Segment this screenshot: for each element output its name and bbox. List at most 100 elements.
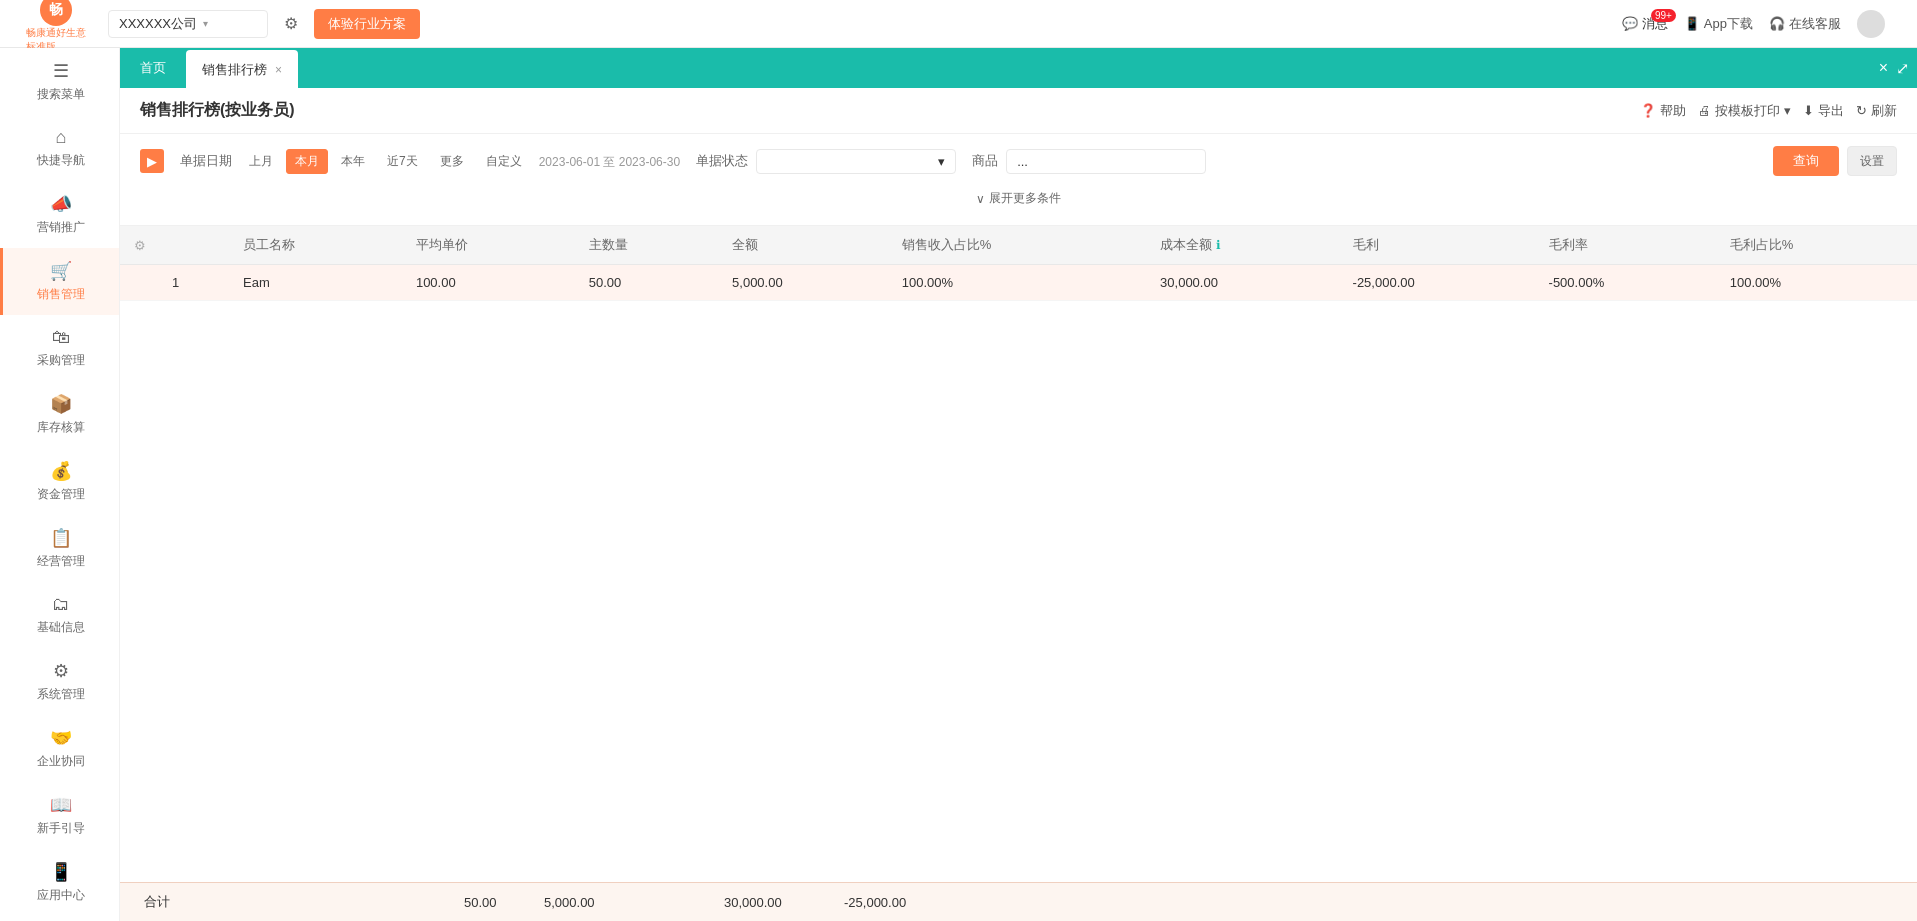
print-icon: 🖨 [1698, 103, 1711, 118]
message-button[interactable]: 💬 消息 99+ [1622, 15, 1668, 33]
online-service-button[interactable]: 🎧 在线客服 [1769, 15, 1841, 33]
goods-input[interactable]: ... [1006, 149, 1206, 174]
row-gross-rate: -500.00% [1537, 265, 1718, 301]
row-qty: 50.00 [577, 265, 720, 301]
sidebar-item-label: 库存核算 [37, 419, 85, 436]
basic-info-icon: 🗂 [52, 594, 70, 615]
table-row: 1 Eam 100.00 50.00 5,000.00 100.00% 30,0… [120, 265, 1917, 301]
sidebar-item-label: 经营管理 [37, 553, 85, 570]
sidebar-item-quicknav[interactable]: ⌂ 快捷导航 [0, 115, 119, 181]
page-header: 销售排行榜(按业务员) ❓ 帮助 🖨 按模板打印 ▾ ⬇ [120, 88, 1917, 134]
row-cost: 30,000.00 [1148, 265, 1340, 301]
date-range: 2023-06-01 至 2023-06-30 [539, 154, 680, 171]
date-tab-this-year[interactable]: 本年 [332, 149, 374, 174]
tab-close-all-icon[interactable]: × [1879, 59, 1888, 77]
tab-sales-ranking[interactable]: 销售排行榜 × [186, 50, 298, 90]
date-tab-last-month[interactable]: 上月 [240, 149, 282, 174]
col-gross-rate: 毛利率 [1537, 226, 1718, 265]
avatar[interactable] [1857, 10, 1885, 38]
sidebar-item-label: 基础信息 [37, 619, 85, 636]
sidebar-item-enterprise[interactable]: 🤝 企业协同 [0, 715, 119, 782]
col-amount: 全额 [720, 226, 890, 265]
filter-row: ▶ 单据日期 上月 本月 本年 近7天 更多 自定义 [140, 146, 1897, 176]
col-settings-icon[interactable]: ⚙ [134, 238, 146, 253]
sidebar-item-label: 应用中心 [37, 887, 85, 904]
date-filter-label: 单据日期 [180, 152, 232, 170]
message-badge: 99+ [1651, 9, 1676, 22]
app-download-button[interactable]: 📱 App下载 [1684, 15, 1753, 33]
help-button[interactable]: ❓ 帮助 [1640, 102, 1686, 120]
home-icon: ⌂ [56, 127, 67, 148]
cost-info-icon: ℹ [1216, 238, 1221, 252]
sidebar-item-guide[interactable]: 📖 新手引导 [0, 782, 119, 849]
purchase-icon: 🛍 [52, 327, 70, 348]
table-header-row: ⚙ 员工名称 平均单价 主数量 全额 销售收入占比% 成本全额 ℹ 毛利 毛 [120, 226, 1917, 265]
company-selector[interactable]: XXXXXX公司 ▾ [108, 10, 268, 38]
logo-icon: 畅 [40, 0, 72, 26]
filter-expand-arrow[interactable]: ▶ [140, 149, 164, 173]
sidebar-item-marketing[interactable]: 📣 营销推广 [0, 181, 119, 248]
sidebar-item-label: 营销推广 [37, 219, 85, 236]
sidebar-item-finance[interactable]: 💰 资金管理 [0, 448, 119, 515]
tab-home[interactable]: 首页 [120, 48, 186, 88]
tab-close-icon[interactable]: × [275, 63, 282, 77]
col-gross-pct: 毛利占比% [1718, 226, 1917, 265]
col-qty: 主数量 [577, 226, 720, 265]
date-tab-7days[interactable]: 近7天 [378, 149, 427, 174]
sidebar-item-sales[interactable]: 🛒 销售管理 [0, 248, 119, 315]
sidebar: ☰ 搜索菜单 ⌂ 快捷导航 📣 营销推广 🛒 销售管理 🛍 采购管理 📦 库 [0, 48, 120, 921]
topbar-right: 💬 消息 99+ 📱 App下载 🎧 在线客服 [1622, 10, 1901, 38]
date-tab-custom[interactable]: 自定义 [477, 149, 531, 174]
app-download-icon: 📱 [1684, 16, 1700, 31]
col-sales-pct: 销售收入占比% [890, 226, 1148, 265]
row-sales-pct: 100.00% [890, 265, 1148, 301]
finance-icon: 💰 [50, 460, 72, 482]
company-name: XXXXXX公司 [119, 15, 197, 33]
print-button[interactable]: 🖨 按模板打印 ▾ [1698, 102, 1791, 120]
tab-bar-right: × ⤢ [1879, 59, 1917, 78]
sidebar-item-operations[interactable]: 📋 经营管理 [0, 515, 119, 582]
expand-more-button[interactable]: ∨ 展开更多条件 [970, 184, 1067, 213]
data-table: ⚙ 员工名称 平均单价 主数量 全额 销售收入占比% 成本全额 ℹ 毛利 毛 [120, 226, 1917, 301]
filter-settings-button[interactable]: 设置 [1847, 146, 1897, 176]
sidebar-item-wechat[interactable]: 💬 企业微信 [0, 916, 119, 921]
col-gross: 毛利 [1341, 226, 1537, 265]
sidebar-item-label: 系统管理 [37, 686, 85, 703]
page-content: 销售排行榜(按业务员) ❓ 帮助 🖨 按模板打印 ▾ ⬇ [120, 88, 1917, 921]
sales-icon: 🛒 [50, 260, 72, 282]
sidebar-item-label: 企业协同 [37, 753, 85, 770]
expand-chevron-icon: ∨ [976, 192, 985, 206]
online-service-label: 在线客服 [1789, 15, 1841, 33]
topbar-settings-icon[interactable]: ⚙ [280, 10, 302, 37]
search-menu-icon: ☰ [53, 60, 69, 82]
sidebar-item-appcenter[interactable]: 📱 应用中心 [0, 849, 119, 916]
tab-restore-icon[interactable]: ⤢ [1896, 59, 1909, 78]
enterprise-icon: 🤝 [50, 727, 72, 749]
sidebar-item-purchase[interactable]: 🛍 采购管理 [0, 315, 119, 381]
export-icon: ⬇ [1803, 103, 1814, 118]
sidebar-item-basic-info[interactable]: 🗂 基础信息 [0, 582, 119, 648]
guide-icon: 📖 [50, 794, 72, 816]
row-amount: 5,000.00 [720, 265, 890, 301]
footer-gross: -25,000.00 [832, 895, 952, 910]
sidebar-item-system[interactable]: ⚙ 系统管理 [0, 648, 119, 715]
sidebar-item-label: 采购管理 [37, 352, 85, 369]
status-select[interactable]: ▾ [756, 149, 956, 174]
trial-button[interactable]: 体验行业方案 [314, 9, 420, 39]
sidebar-item-label: 资金管理 [37, 486, 85, 503]
refresh-button[interactable]: ↻ 刷新 [1856, 102, 1897, 120]
logo-area: 畅 畅康通好生意 标准版 [16, 0, 96, 54]
sidebar-item-inventory[interactable]: 📦 库存核算 [0, 381, 119, 448]
date-tab-more[interactable]: 更多 [431, 149, 473, 174]
tab-bar: 首页 销售排行榜 × × ⤢ [120, 48, 1917, 88]
page-actions: ❓ 帮助 🖨 按模板打印 ▾ ⬇ 导出 ↻ [1640, 102, 1897, 120]
footer-amount: 5,000.00 [532, 895, 632, 910]
col-settings: ⚙ [120, 226, 160, 265]
row-avg-price: 100.00 [404, 265, 577, 301]
date-tab-this-month[interactable]: 本月 [286, 149, 328, 174]
export-button[interactable]: ⬇ 导出 [1803, 102, 1844, 120]
query-button[interactable]: 查询 [1773, 146, 1839, 176]
sidebar-item-search[interactable]: ☰ 搜索菜单 [0, 48, 119, 115]
footer-label: 合计 [132, 893, 452, 911]
status-filter-label: 单据状态 [696, 152, 748, 170]
